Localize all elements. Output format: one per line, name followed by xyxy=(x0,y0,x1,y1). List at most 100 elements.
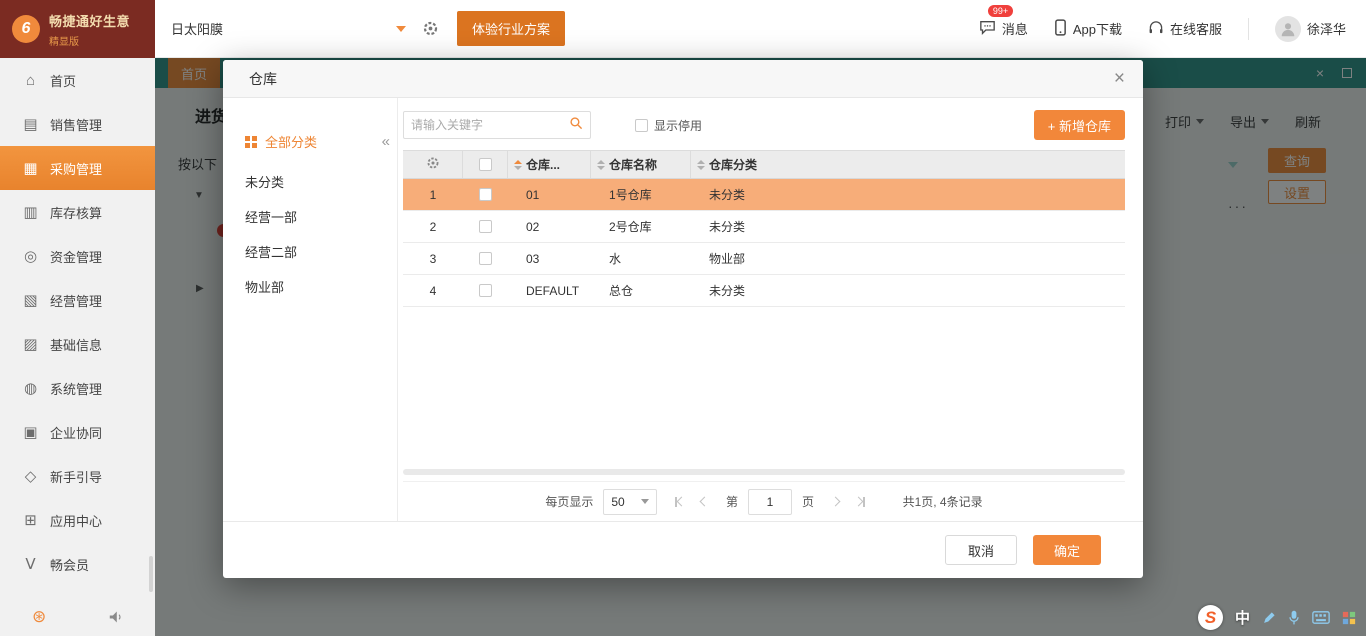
sidebar-item-funds[interactable]: ◎ 资金管理 xyxy=(0,234,155,278)
category-item[interactable]: 经营一部 xyxy=(223,199,397,234)
all-categories-item[interactable]: 全部分类 xyxy=(223,132,397,151)
next-page-icon[interactable] xyxy=(830,496,841,507)
sort-icon[interactable] xyxy=(514,159,522,170)
category-item[interactable]: 物业部 xyxy=(223,269,397,304)
table-row[interactable]: 3 03 水 物业部 xyxy=(403,243,1125,275)
sogou-logo-icon[interactable]: S xyxy=(1197,605,1223,630)
category-item[interactable]: 经营二部 xyxy=(223,234,397,269)
row-checkbox[interactable] xyxy=(479,284,492,297)
show-disabled-label: 显示停用 xyxy=(654,118,703,133)
keyboard-icon[interactable] xyxy=(1312,611,1330,624)
column-header-category[interactable]: 仓库分类 xyxy=(691,151,1125,178)
sidebar-item-purchase[interactable]: ▦ 采购管理 xyxy=(0,146,155,190)
column-settings-header[interactable] xyxy=(403,151,463,178)
sidebar-item-label: 畅会员 xyxy=(50,557,90,573)
pagination-nav xyxy=(830,496,865,507)
sidebar-item-base-info[interactable]: ▨ 基础信息 xyxy=(0,322,155,366)
toolbox-grid-icon[interactable] xyxy=(1342,611,1356,625)
category-panel: 全部分类 « 未分类 经营一部 经营二部 物业部 xyxy=(223,98,398,521)
column-header-name[interactable]: 仓库名称 xyxy=(591,151,691,178)
microphone-icon[interactable] xyxy=(1288,610,1300,626)
category-item[interactable]: 未分类 xyxy=(223,164,397,199)
chevron-down-icon xyxy=(396,25,406,32)
sidebar-item-guide[interactable]: ◇ 新手引导 xyxy=(0,454,155,498)
add-warehouse-button[interactable]: + 新增仓库 xyxy=(1033,110,1125,140)
table-row[interactable]: 2 02 2号仓库 未分类 xyxy=(403,211,1125,243)
last-page-icon[interactable] xyxy=(853,496,865,507)
store-select-dropdown[interactable]: 日太阳膜 xyxy=(171,19,406,38)
row-checkbox[interactable] xyxy=(479,188,492,201)
sidebar-footer: ⊛ xyxy=(0,598,155,636)
funds-icon: ◎ xyxy=(23,248,38,265)
messages-button[interactable]: 99+ 消息 xyxy=(979,4,1028,38)
sidebar-item-label: 新手引导 xyxy=(50,469,103,485)
ime-toolbar: S 中 xyxy=(1197,605,1356,630)
store-select-value: 日太阳膜 xyxy=(171,22,224,37)
select-all-checkbox[interactable] xyxy=(478,158,492,171)
headset-icon xyxy=(1148,20,1164,38)
table-row[interactable]: 1 01 1号仓库 未分类 xyxy=(403,179,1125,211)
sidebar-scrollbar-thumb[interactable] xyxy=(149,556,153,592)
per-page-select[interactable]: 50 xyxy=(603,488,658,515)
cell-name: 总仓 xyxy=(609,284,634,298)
sidebar-item-label: 企业协同 xyxy=(50,425,103,441)
header-main: 日太阳膜 体验行业方案 99+ 消息 App下载 在线客服 徐泽华 xyxy=(155,0,1366,58)
app-download-button[interactable]: App下载 xyxy=(1054,18,1122,39)
inventory-icon: ▥ xyxy=(23,204,38,221)
search-input[interactable] xyxy=(411,118,569,132)
sidebar-item-label: 应用中心 xyxy=(50,513,103,529)
sidebar-item-home[interactable]: ⌂ 首页 xyxy=(0,58,155,102)
base-info-icon: ▨ xyxy=(23,336,38,353)
column-header-code[interactable]: 仓库... xyxy=(508,151,591,178)
cancel-button[interactable]: 取消 xyxy=(945,535,1017,565)
sidebar-item-app-center[interactable]: ⊞ 应用中心 xyxy=(0,498,155,542)
close-icon[interactable]: × xyxy=(1114,69,1125,88)
grid-icon xyxy=(245,135,257,148)
speaker-icon[interactable] xyxy=(108,610,124,624)
user-menu[interactable]: 徐泽华 xyxy=(1274,15,1346,42)
guide-icon: ◇ xyxy=(24,468,37,485)
sidebar-item-label: 销售管理 xyxy=(50,117,103,133)
table-header-row: 仓库... 仓库名称 仓库分类 xyxy=(403,150,1125,179)
purchase-icon: ▦ xyxy=(23,160,38,177)
sidebar-item-label: 基础信息 xyxy=(50,337,103,353)
row-checkbox[interactable] xyxy=(479,220,492,233)
show-disabled-checkbox[interactable] xyxy=(635,118,648,132)
sort-icon[interactable] xyxy=(597,159,605,170)
modal-footer: 取消 确定 xyxy=(223,521,1143,578)
operations-icon: ▧ xyxy=(23,292,38,309)
cell-name: 水 xyxy=(609,252,622,266)
system-icon: ◍ xyxy=(23,380,38,397)
cell-category: 未分类 xyxy=(709,284,746,298)
app-download-label: App下载 xyxy=(1072,22,1122,37)
ime-mode-indicator[interactable]: 中 xyxy=(1235,607,1250,628)
sidebar-item-member[interactable]: Ⅴ 畅会员 xyxy=(0,542,155,586)
row-checkbox[interactable] xyxy=(479,252,492,265)
sidebar-item-system[interactable]: ◍ 系统管理 xyxy=(0,366,155,410)
sidebar-item-sales[interactable]: ▤ 销售管理 xyxy=(0,102,155,146)
settings-gear-icon[interactable]: ⊛ xyxy=(32,607,46,627)
sidebar-item-inventory[interactable]: ▥ 库存核算 xyxy=(0,190,155,234)
cell-name: 1号仓库 xyxy=(609,188,652,202)
trial-solution-button[interactable]: 体验行业方案 xyxy=(457,11,566,46)
confirm-button[interactable]: 确定 xyxy=(1033,535,1101,565)
collapse-panel-icon[interactable]: « xyxy=(382,133,390,150)
header-gear-icon[interactable] xyxy=(422,20,439,37)
pen-icon[interactable] xyxy=(1262,611,1276,625)
cell-code: 03 xyxy=(526,251,540,266)
table-row[interactable]: 4 DEFAULT 总仓 未分类 xyxy=(403,275,1125,307)
page-number-input[interactable] xyxy=(747,488,792,515)
first-page-icon[interactable] xyxy=(675,496,687,507)
online-service-button[interactable]: 在线客服 xyxy=(1148,19,1222,38)
search-box xyxy=(403,111,591,139)
horizontal-scrollbar[interactable] xyxy=(403,469,1125,475)
brand-logo-block: 6 畅捷通好生意 精显版 xyxy=(0,0,155,58)
show-disabled-toggle[interactable]: 显示停用 xyxy=(635,117,702,134)
prev-page-icon[interactable] xyxy=(699,496,710,507)
sidebar-item-operations[interactable]: ▧ 经营管理 xyxy=(0,278,155,322)
page-prefix: 第 xyxy=(725,495,738,509)
sidebar-item-enterprise[interactable]: ▣ 企业协同 xyxy=(0,410,155,454)
search-icon[interactable] xyxy=(569,116,583,135)
sort-icon[interactable] xyxy=(697,159,705,170)
user-name: 徐泽华 xyxy=(1306,22,1346,37)
